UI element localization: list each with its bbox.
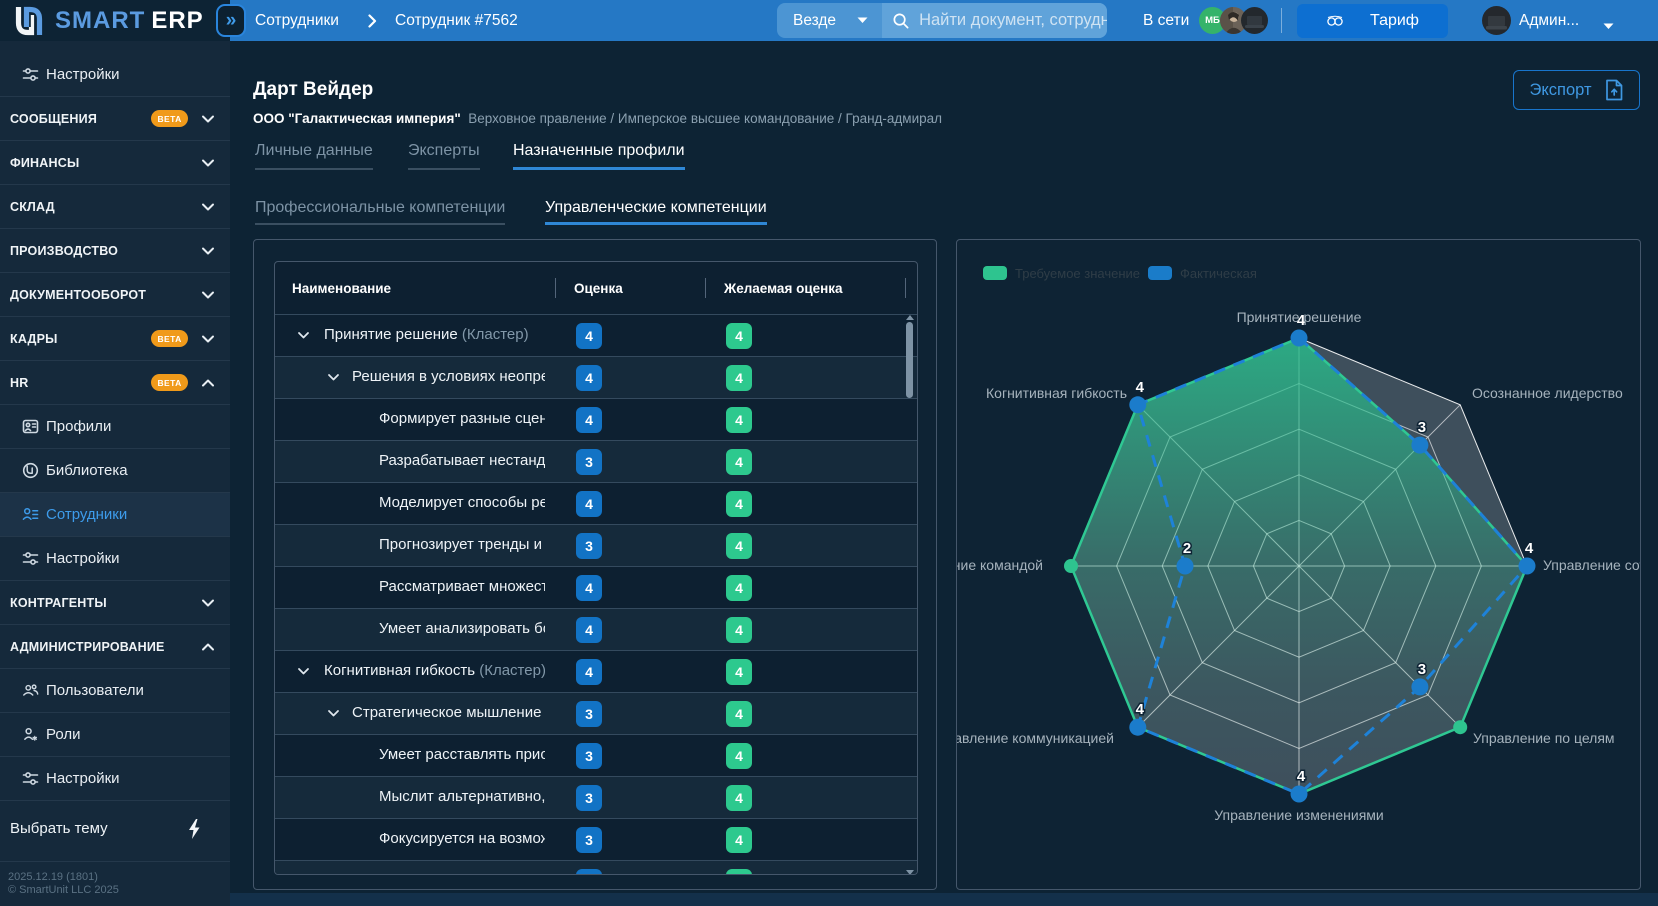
svg-text:Управление изменениями: Управление изменениями (1214, 807, 1383, 823)
svg-text:4: 4 (1136, 379, 1145, 396)
svg-text:Когнитивная гибкость: Когнитивная гибкость (986, 385, 1127, 401)
svg-text:3: 3 (1418, 661, 1426, 678)
svg-text:Управление сотрудниками: Управление сотрудниками (1543, 557, 1641, 573)
svg-text:4: 4 (1525, 540, 1534, 557)
svg-text:Принятие решение: Принятие решение (1237, 309, 1362, 325)
svg-text:Управление коммуникацией: Управление коммуникацией (957, 730, 1114, 746)
svg-text:3: 3 (1418, 419, 1426, 436)
svg-text:Осознанное лидерство: Осознанное лидерство (1472, 385, 1623, 401)
svg-text:Требуемое значение: Требуемое значение (1015, 266, 1140, 281)
svg-text:4: 4 (1136, 701, 1145, 718)
svg-text:4: 4 (1297, 768, 1306, 785)
svg-text:Управление по целям: Управление по целям (1473, 730, 1615, 746)
svg-text:Управление командой: Управление командой (957, 557, 1043, 573)
svg-text:2: 2 (1183, 540, 1191, 557)
svg-text:Фактическая: Фактическая (1180, 266, 1257, 281)
